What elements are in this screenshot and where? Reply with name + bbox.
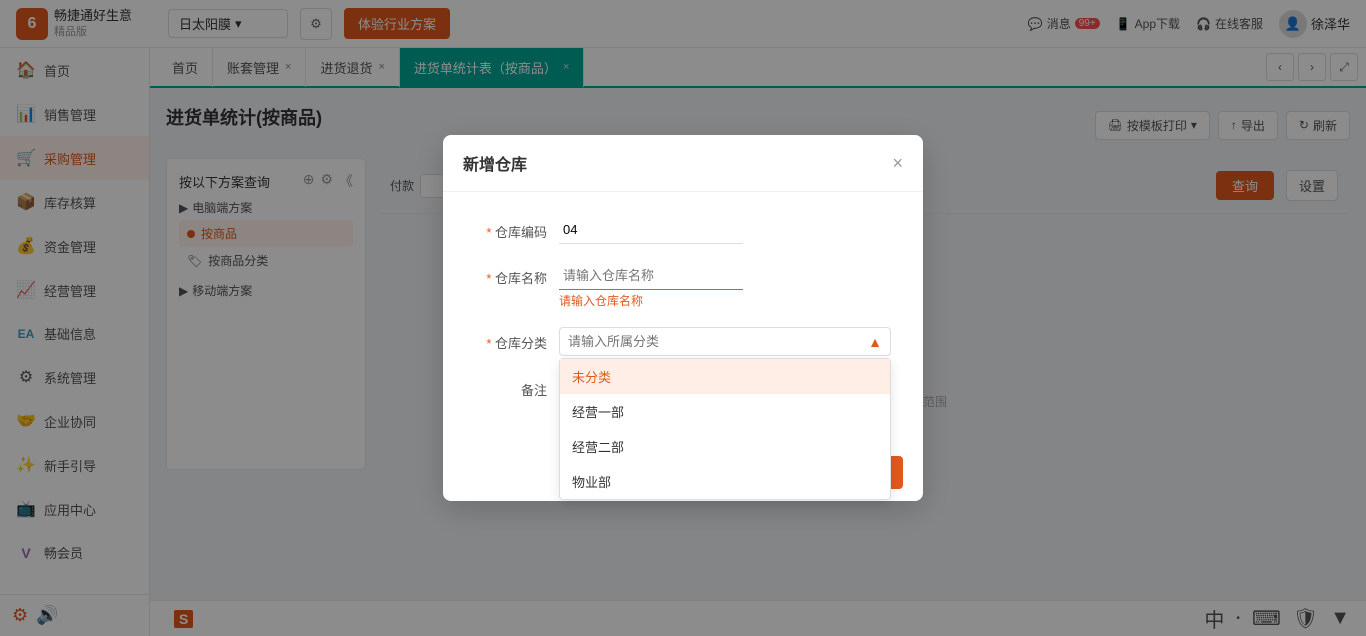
category-toggle-button[interactable]: ▲ <box>860 330 890 354</box>
code-control <box>559 216 891 244</box>
note-label: 备注 <box>475 374 547 399</box>
cat-option-3[interactable]: 物业部 <box>560 464 890 499</box>
form-row-category: 仓库分类 ▲ 未分类 经营一部 经营二部 物业部 <box>475 327 891 356</box>
code-input[interactable] <box>559 216 743 244</box>
modal-header: 新增仓库 × <box>443 135 923 192</box>
category-dropdown: 未分类 经营一部 经营二部 物业部 <box>559 358 891 500</box>
category-label: 仓库分类 <box>475 327 547 352</box>
category-control: ▲ 未分类 经营一部 经营二部 物业部 <box>559 327 891 356</box>
modal-title: 新增仓库 <box>463 151 527 175</box>
modal-overlay[interactable]: 新增仓库 × 仓库编码 仓库名称 请输入仓库名称 <box>0 0 1366 636</box>
form-row-name: 仓库名称 请输入仓库名称 <box>475 262 891 309</box>
name-control <box>559 262 743 290</box>
cat-option-0[interactable]: 未分类 <box>560 359 890 394</box>
name-input[interactable] <box>559 262 743 290</box>
code-label: 仓库编码 <box>475 216 547 241</box>
modal-body: 仓库编码 仓库名称 请输入仓库名称 仓库分类 <box>443 192 923 444</box>
category-input[interactable] <box>560 328 860 355</box>
name-error-message: 请输入仓库名称 <box>559 294 643 308</box>
form-row-code: 仓库编码 <box>475 216 891 244</box>
category-input-wrap: ▲ <box>559 327 891 356</box>
cat-option-1[interactable]: 经营一部 <box>560 394 890 429</box>
cat-option-2[interactable]: 经营二部 <box>560 429 890 464</box>
modal-new-warehouse: 新增仓库 × 仓库编码 仓库名称 请输入仓库名称 <box>443 135 923 501</box>
modal-close-button[interactable]: × <box>892 153 903 174</box>
name-error-area: 请输入仓库名称 <box>559 292 643 309</box>
name-label: 仓库名称 <box>475 262 547 287</box>
